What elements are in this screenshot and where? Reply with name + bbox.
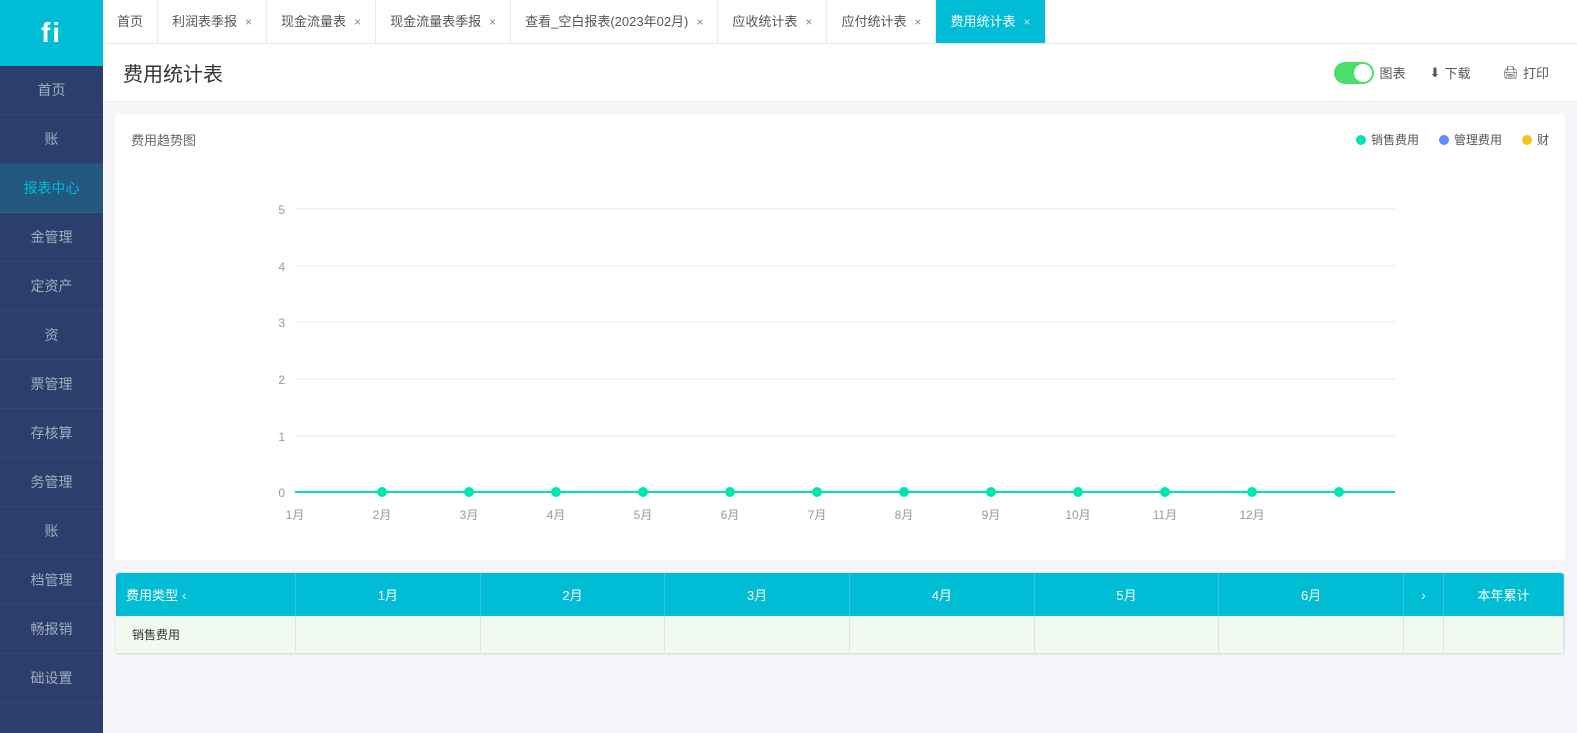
- chart-container: 5 4 3 2 1 0: [131, 159, 1549, 544]
- svg-text:6月: 6月: [721, 508, 740, 522]
- svg-text:3: 3: [278, 316, 285, 330]
- sidebar-item-cash[interactable]: 金管理: [0, 213, 103, 262]
- col-header-m2: 2月: [481, 573, 666, 616]
- tab-expense-stats[interactable]: 费用统计表 ×: [936, 0, 1045, 44]
- chart-section: 费用趋势图 销售费用 管理费用 财: [115, 114, 1565, 560]
- col-nav-prev[interactable]: ‹: [182, 587, 187, 603]
- col-header-total: 本年累计: [1444, 573, 1564, 616]
- legend-dot-sales: [1356, 135, 1366, 145]
- tab-cashflow[interactable]: 现金流量表 ×: [267, 0, 376, 44]
- tab-home[interactable]: 首页: [103, 0, 158, 44]
- app-logo: fi: [0, 0, 103, 66]
- tab-close-cashflow-quarterly[interactable]: ×: [489, 0, 496, 44]
- cell-m1: [296, 616, 481, 653]
- page-title: 费用统计表: [123, 58, 223, 87]
- cell-m5: [1035, 616, 1220, 653]
- sidebar-item-service[interactable]: 务管理: [0, 458, 103, 507]
- download-button[interactable]: ⬇ 下载: [1422, 59, 1479, 86]
- svg-text:5月: 5月: [634, 508, 653, 522]
- svg-text:8月: 8月: [895, 508, 914, 522]
- col-nav-next-wrap[interactable]: ›: [1404, 573, 1444, 616]
- cell-m6: [1219, 616, 1404, 653]
- sidebar-item-account[interactable]: 账: [0, 115, 103, 164]
- cell-m2: [481, 616, 666, 653]
- trend-chart: 5 4 3 2 1 0: [131, 159, 1549, 539]
- svg-text:5: 5: [278, 203, 285, 217]
- chart-header: 费用趋势图 销售费用 管理费用 财: [131, 130, 1549, 149]
- svg-text:9月: 9月: [982, 508, 1001, 522]
- tab-close-receivable[interactable]: ×: [805, 0, 812, 44]
- svg-text:1: 1: [278, 430, 285, 444]
- svg-text:0: 0: [278, 486, 285, 500]
- legend-label-finance: 财: [1537, 131, 1549, 148]
- tab-close-blank-report[interactable]: ×: [696, 0, 703, 44]
- col-header-type: 费用类型 ‹: [116, 573, 296, 616]
- svg-text:1月: 1月: [286, 508, 305, 522]
- sidebar-item-home[interactable]: 首页: [0, 66, 103, 115]
- tab-close-payable[interactable]: ×: [914, 0, 921, 44]
- svg-text:3月: 3月: [460, 508, 479, 522]
- svg-text:4: 4: [278, 260, 285, 274]
- cell-m3: [665, 616, 850, 653]
- sidebar-item-reports[interactable]: 报表中心: [0, 164, 103, 213]
- download-icon: ⬇: [1430, 65, 1441, 81]
- sidebar-item-invoice[interactable]: 票管理: [0, 360, 103, 409]
- tabs-bar: 首页 利润表季报 × 现金流量表 × 现金流量表季报 × 查看_空白报表(202…: [103, 0, 1577, 44]
- cell-type: 销售费用: [116, 616, 296, 653]
- cell-nav: [1404, 616, 1444, 653]
- chart-legend: 销售费用 管理费用 财: [1356, 131, 1549, 148]
- chart-toggle-label: 图表: [1380, 63, 1406, 82]
- tab-payable[interactable]: 应付统计表 ×: [827, 0, 936, 44]
- legend-item-sales: 销售费用: [1356, 131, 1419, 148]
- tab-close-profit-quarterly[interactable]: ×: [245, 0, 252, 44]
- chart-title: 费用趋势图: [131, 130, 196, 149]
- chart-toggle[interactable]: [1334, 62, 1374, 84]
- svg-text:2: 2: [278, 373, 285, 387]
- col-header-m5: 5月: [1035, 573, 1220, 616]
- legend-label-admin: 管理费用: [1454, 131, 1502, 148]
- legend-item-admin: 管理费用: [1439, 131, 1502, 148]
- sidebar-item-archive[interactable]: 档管理: [0, 556, 103, 605]
- svg-text:7月: 7月: [808, 508, 827, 522]
- header-actions: 图表 ⬇ 下载 🖨 打印: [1334, 59, 1557, 86]
- col-nav-next-icon[interactable]: ›: [1421, 587, 1426, 603]
- col-header-m3: 3月: [665, 573, 850, 616]
- cell-m4: [850, 616, 1035, 653]
- col-header-m6: 6月: [1219, 573, 1404, 616]
- table-row: 销售费用: [116, 616, 1564, 654]
- legend-dot-finance: [1522, 135, 1532, 145]
- legend-label-sales: 销售费用: [1371, 131, 1419, 148]
- svg-text:10月: 10月: [1065, 508, 1090, 522]
- tab-close-cashflow[interactable]: ×: [354, 0, 361, 44]
- print-icon: 🖨: [1502, 65, 1519, 81]
- sidebar-item-assets[interactable]: 定资产: [0, 262, 103, 311]
- col-header-m4: 4月: [850, 573, 1035, 616]
- svg-text:12月: 12月: [1239, 508, 1264, 522]
- sidebar: fi 首页 账 报表中心 金管理 定资产 资 票管理 存核算 务管理 账 档管理…: [0, 0, 103, 733]
- sidebar-item-capital[interactable]: 资: [0, 311, 103, 360]
- content-area: 费用统计表 图表 ⬇ 下载 🖨 打印 费用趋势图: [103, 44, 1577, 733]
- col-header-m1: 1月: [296, 573, 481, 616]
- legend-dot-admin: [1439, 135, 1449, 145]
- legend-item-finance: 财: [1522, 131, 1549, 148]
- table-header-row: 费用类型 ‹ 1月 2月 3月 4月 5月 6月 › 本年累计: [116, 573, 1564, 616]
- sidebar-item-expense[interactable]: 畅报销: [0, 605, 103, 654]
- svg-text:2月: 2月: [373, 508, 392, 522]
- chart-toggle-wrap: 图表: [1334, 62, 1406, 84]
- sidebar-item-inventory[interactable]: 存核算: [0, 409, 103, 458]
- cell-total: [1444, 616, 1564, 653]
- table-section: 费用类型 ‹ 1月 2月 3月 4月 5月 6月 › 本年累计 销售费用: [115, 572, 1565, 655]
- tab-blank-report[interactable]: 查看_空白报表(2023年02月) ×: [511, 0, 718, 44]
- print-button[interactable]: 🖨 打印: [1494, 59, 1557, 86]
- svg-text:11月: 11月: [1153, 508, 1177, 522]
- tab-close-expense-stats[interactable]: ×: [1023, 0, 1030, 44]
- tab-receivable[interactable]: 应收统计表 ×: [718, 0, 827, 44]
- tab-profit-quarterly[interactable]: 利润表季报 ×: [158, 0, 267, 44]
- svg-text:4月: 4月: [547, 508, 566, 522]
- sidebar-item-ledger[interactable]: 账: [0, 507, 103, 556]
- tab-cashflow-quarterly[interactable]: 现金流量表季报 ×: [376, 0, 511, 44]
- main-area: 首页 利润表季报 × 现金流量表 × 现金流量表季报 × 查看_空白报表(202…: [103, 0, 1577, 733]
- page-header: 费用统计表 图表 ⬇ 下载 🖨 打印: [103, 44, 1577, 102]
- sidebar-item-settings[interactable]: 础设置: [0, 654, 103, 703]
